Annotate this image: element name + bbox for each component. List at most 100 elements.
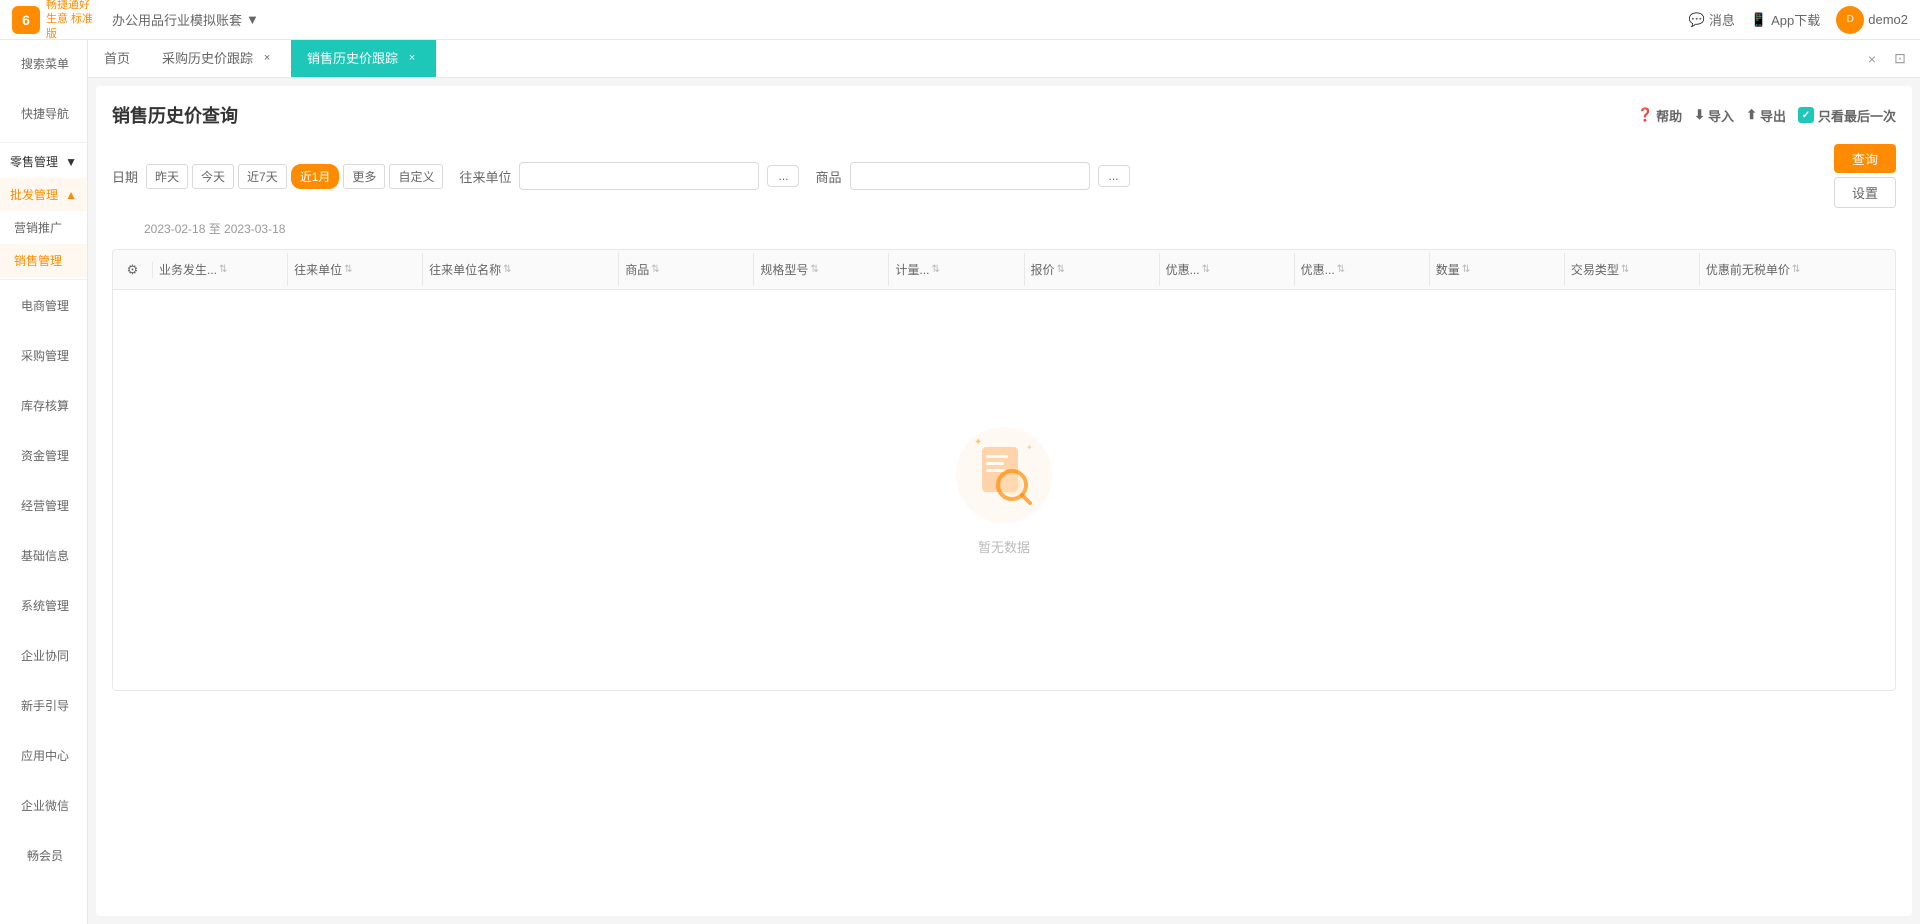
tab-maximize-button[interactable]: ⊡	[1888, 47, 1912, 71]
sidebar-item-app-center[interactable]: 应用中心	[0, 732, 87, 782]
sidebar-operations-label: 经营管理	[21, 499, 69, 515]
sidebar-item-operations[interactable]: 经营管理	[0, 482, 87, 532]
sidebar-item-search-menu[interactable]: 搜索菜单	[0, 40, 87, 90]
export-icon: ⬆	[1746, 107, 1757, 123]
date-yesterday-btn[interactable]: 昨天	[146, 164, 188, 189]
wholesale-chevron-icon: ▲	[65, 188, 77, 202]
top-bar-right: 💬 消息 📱 App下载 D demo2	[1689, 6, 1908, 34]
sidebar-item-wechat[interactable]: 企业微信	[0, 782, 87, 832]
export-label: 导出	[1760, 106, 1786, 125]
import-label: 导入	[1708, 106, 1734, 125]
sort-spec-icon: ⇅	[810, 264, 818, 275]
sidebar-item-enterprise[interactable]: 企业协同	[0, 632, 87, 682]
settings-button[interactable]: 设置	[1834, 177, 1896, 208]
th-discount2-label: 优惠...	[1301, 261, 1335, 278]
th-discount1[interactable]: 优惠... ⇅	[1160, 253, 1295, 286]
th-product-label: 商品	[625, 261, 649, 278]
product-input[interactable]	[850, 162, 1090, 190]
sidebar-ecommerce-label: 电商管理	[21, 299, 69, 315]
date-more-btn[interactable]: 更多	[343, 164, 385, 189]
date-label: 日期	[112, 167, 138, 186]
page-title-row: 销售历史价查询 ❓ 帮助 ⬇ 导入 ⬆ 导出 ✓	[112, 102, 1896, 128]
message-icon: 💬	[1689, 12, 1705, 28]
th-biz-date[interactable]: 业务发生... ⇅	[153, 253, 288, 286]
help-icon: ❓	[1637, 107, 1653, 123]
filter-row-1: 日期 昨天 今天 近7天 近1月 更多 自定义 往来单位 ...	[112, 144, 1896, 208]
message-button[interactable]: 💬 消息	[1689, 10, 1735, 29]
th-partner-code[interactable]: 往来单位 ⇅	[288, 253, 423, 286]
th-trade-type[interactable]: 交易类型 ⇅	[1565, 253, 1700, 286]
tab-sales-history[interactable]: 销售历史价跟踪 ×	[291, 40, 436, 77]
sidebar-item-finance[interactable]: 资金管理	[0, 432, 87, 482]
sidebar-item-inventory[interactable]: 库存核算	[0, 382, 87, 432]
sidebar-item-purchase[interactable]: 采购管理	[0, 332, 87, 382]
sidebar-item-marketing[interactable]: 营销推广	[0, 211, 87, 244]
sidebar-item-quick-nav[interactable]: 快捷导航	[0, 90, 87, 140]
sidebar-item-basic[interactable]: 基础信息	[0, 532, 87, 582]
sidebar-divider-1	[0, 142, 87, 143]
user-menu[interactable]: D demo2	[1836, 6, 1908, 34]
top-bar-left: 6 畅捷通好生意 标准版 办公用品行业模拟账套 ▼	[12, 0, 267, 41]
sidebar-item-member[interactable]: 畅会员	[0, 832, 87, 882]
th-quantity-label: 数量	[1436, 261, 1460, 278]
sidebar-item-wholesale[interactable]: 批发管理 ▲	[0, 178, 87, 211]
content-area: 首页 采购历史价跟踪 × 销售历史价跟踪 × × ⊡ 销售历史价查询	[88, 40, 1920, 924]
app-selector[interactable]: 办公用品行业模拟账套 ▼	[104, 6, 267, 33]
date-buttons: 昨天 今天 近7天 近1月 更多 自定义	[146, 164, 443, 189]
date-custom-btn[interactable]: 自定义	[389, 164, 443, 189]
tab-home-label: 首页	[104, 48, 130, 67]
sidebar-newbie-label: 新手引导	[21, 699, 69, 715]
page-content: 销售历史价查询 ❓ 帮助 ⬇ 导入 ⬆ 导出 ✓	[96, 86, 1912, 916]
partner-ellipsis-btn[interactable]: ...	[767, 165, 799, 187]
date-last1m-btn[interactable]: 近1月	[291, 164, 340, 189]
page-title: 销售历史价查询	[112, 102, 238, 128]
tab-purchase-history[interactable]: 采购历史价跟踪 ×	[146, 40, 291, 77]
sort-partner-code-icon: ⇅	[344, 264, 352, 275]
th-quantity[interactable]: 数量 ⇅	[1430, 253, 1565, 286]
sidebar-item-newbie[interactable]: 新手引导	[0, 682, 87, 732]
th-partner-name-label: 往来单位名称	[429, 261, 501, 278]
date-range-row: 2023-02-18 至 2023-03-18	[140, 220, 1896, 237]
sidebar-item-sales[interactable]: 销售管理	[0, 244, 87, 277]
sidebar-item-system[interactable]: 系统管理	[0, 582, 87, 632]
tab-purchase-history-close[interactable]: ×	[259, 50, 275, 66]
partner-input[interactable]	[519, 162, 759, 190]
th-product[interactable]: 商品 ⇅	[619, 253, 754, 286]
sidebar-search-menu-label: 搜索菜单	[21, 57, 69, 73]
th-quote[interactable]: 报价 ⇅	[1025, 253, 1160, 286]
th-pre-tax[interactable]: 优惠前无税单价 ⇅	[1700, 253, 1895, 286]
sidebar-wechat-label: 企业微信	[21, 799, 69, 815]
help-link[interactable]: ❓ 帮助	[1637, 106, 1682, 125]
sidebar-basic-label: 基础信息	[21, 549, 69, 565]
export-link[interactable]: ⬆ 导出	[1746, 106, 1786, 125]
date-today-btn[interactable]: 今天	[192, 164, 234, 189]
product-ellipsis-btn[interactable]: ...	[1098, 165, 1130, 187]
th-spec[interactable]: 规格型号 ⇅	[754, 253, 889, 286]
top-bar: 6 畅捷通好生意 标准版 办公用品行业模拟账套 ▼ 💬 消息 📱 App下载 D…	[0, 0, 1920, 40]
tab-close-button[interactable]: ×	[1860, 47, 1884, 71]
table-body: ✦ ✦ 暂无数据	[113, 290, 1895, 690]
sort-quote-icon: ⇅	[1057, 264, 1065, 275]
th-spec-label: 规格型号	[760, 261, 808, 278]
column-settings-button[interactable]: ⚙	[113, 262, 153, 278]
app-download-button[interactable]: 📱 App下载	[1751, 10, 1820, 29]
help-label: 帮助	[1656, 106, 1682, 125]
th-discount2[interactable]: 优惠... ⇅	[1295, 253, 1430, 286]
only-last-checkbox[interactable]: ✓ 只看最后一次	[1798, 106, 1896, 125]
date-filter-group: 日期 昨天 今天 近7天 近1月 更多 自定义	[112, 164, 443, 189]
sidebar-item-retail[interactable]: 零售管理 ▼	[0, 145, 87, 178]
sidebar-item-ecommerce[interactable]: 电商管理	[0, 282, 87, 332]
sort-biz-date-icon: ⇅	[219, 264, 227, 275]
date-last7-btn[interactable]: 近7天	[238, 164, 287, 189]
sort-quantity-icon: ⇅	[1462, 264, 1470, 275]
th-unit[interactable]: 计量... ⇅	[889, 253, 1024, 286]
sidebar-quick-nav-label: 快捷导航	[21, 107, 69, 123]
th-quote-label: 报价	[1031, 261, 1055, 278]
tab-home[interactable]: 首页	[88, 40, 146, 77]
tab-sales-history-close[interactable]: ×	[404, 50, 420, 66]
import-link[interactable]: ⬇ 导入	[1694, 106, 1734, 125]
user-name: demo2	[1868, 12, 1908, 27]
th-partner-name[interactable]: 往来单位名称 ⇅	[423, 253, 619, 286]
query-button[interactable]: 查询	[1834, 144, 1896, 173]
sort-discount2-icon: ⇅	[1337, 264, 1345, 275]
